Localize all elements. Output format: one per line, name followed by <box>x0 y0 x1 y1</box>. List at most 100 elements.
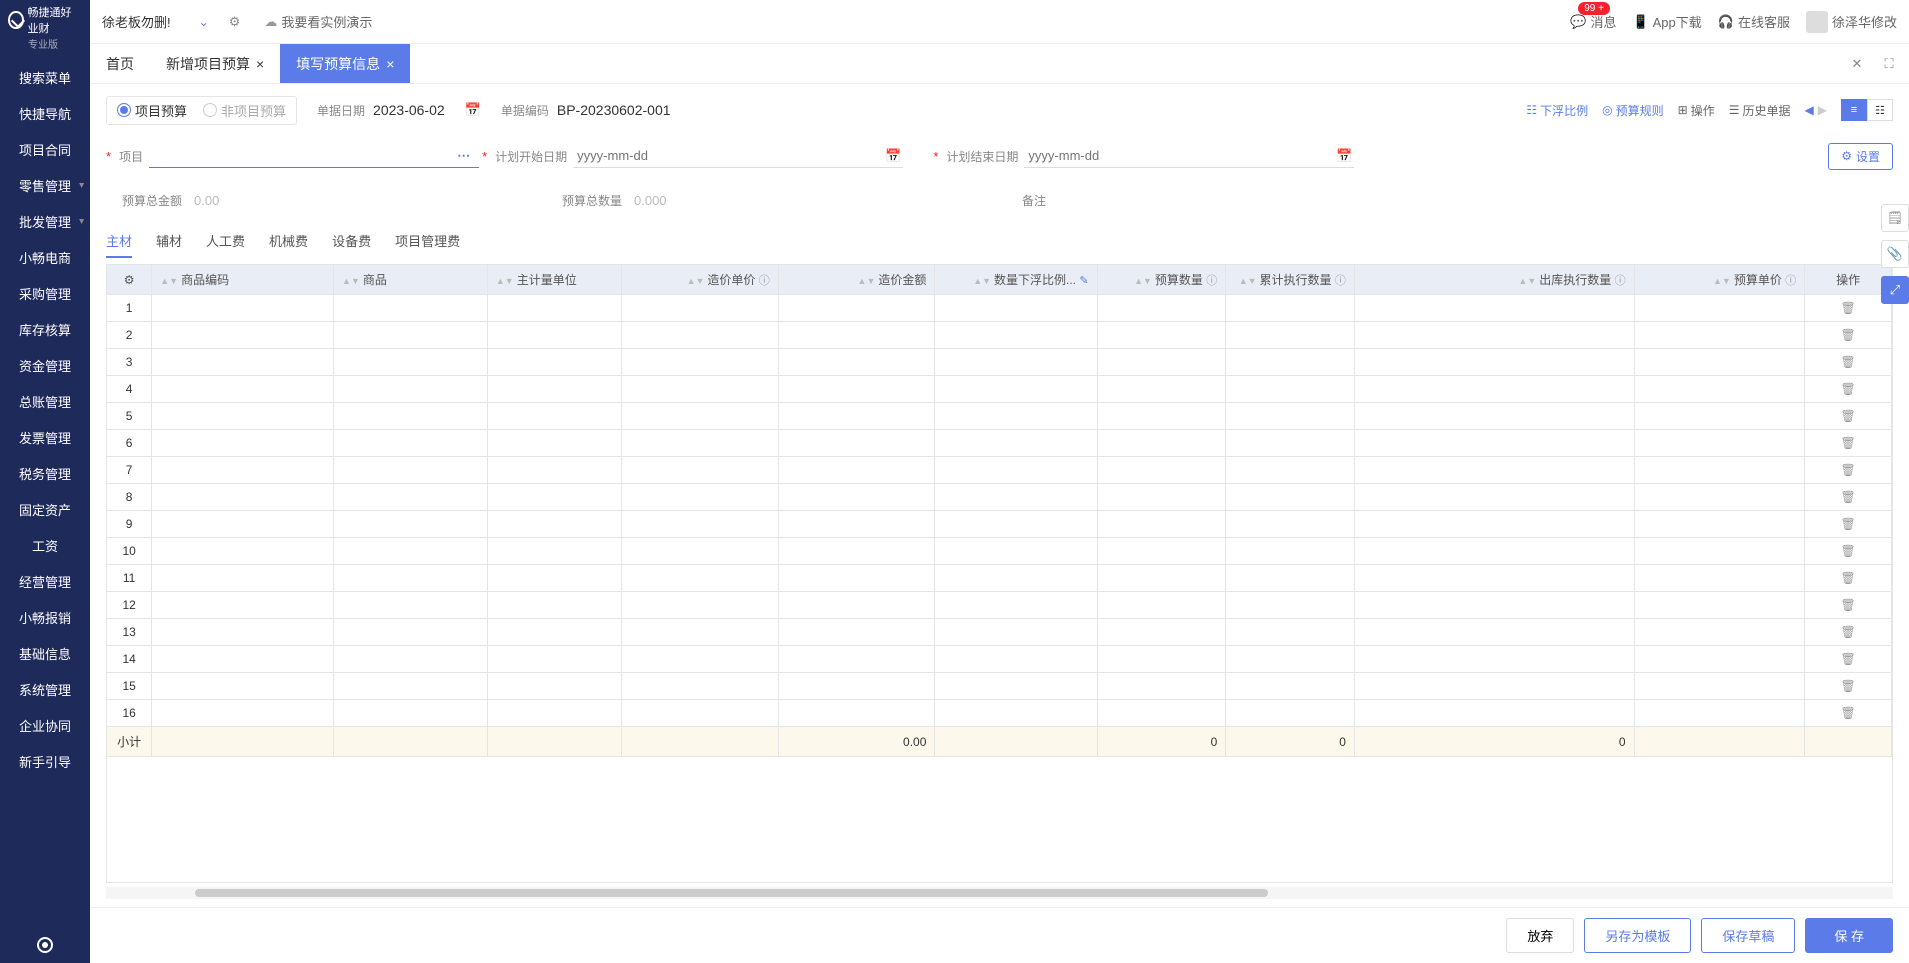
cell-amount[interactable] <box>778 403 935 430</box>
cell-ratio[interactable] <box>935 457 1097 484</box>
cell-cumqty[interactable] <box>1226 349 1355 376</box>
cell-outqty[interactable] <box>1354 457 1634 484</box>
cell-name[interactable] <box>334 592 488 619</box>
cell-budprice[interactable] <box>1634 646 1805 673</box>
remark-input[interactable] <box>1058 188 1218 212</box>
sidebar-item[interactable]: 采购管理 <box>0 275 90 311</box>
workspace-selector[interactable]: 徐老板勿删! <box>102 12 171 31</box>
cell-qty[interactable] <box>1097 673 1226 700</box>
cell-price[interactable] <box>622 619 779 646</box>
cell-qty[interactable] <box>1097 322 1226 349</box>
cell-name[interactable] <box>334 349 488 376</box>
sidebar-item[interactable]: 项目合同 <box>0 131 90 167</box>
save-template-button[interactable]: 另存为模板 <box>1584 918 1691 953</box>
sidebar-item[interactable]: 资金管理 <box>0 347 90 383</box>
help-icon[interactable]: ⓘ <box>759 275 770 287</box>
cell-qty[interactable] <box>1097 484 1226 511</box>
cell-name[interactable] <box>334 673 488 700</box>
cell-amount[interactable] <box>778 565 935 592</box>
cell-outqty[interactable] <box>1354 376 1634 403</box>
tab-close-icon[interactable]: × <box>386 57 394 71</box>
sidebar-item[interactable]: 系统管理 <box>0 671 90 707</box>
cell-code[interactable] <box>152 646 334 673</box>
sidebar-item[interactable]: 库存核算 <box>0 311 90 347</box>
delete-row-icon[interactable]: 🗑 <box>1840 328 1855 342</box>
cell-price[interactable] <box>622 511 779 538</box>
cell-amount[interactable] <box>778 700 935 727</box>
sidebar-item[interactable]: 发票管理 <box>0 419 90 455</box>
cell-code[interactable] <box>152 565 334 592</box>
table-row[interactable]: 10 🗑 <box>107 538 1892 565</box>
sidebar-item[interactable]: 零售管理 <box>0 167 90 203</box>
workspace-settings-icon[interactable]: ⚙ <box>229 14 241 30</box>
sub-tab[interactable]: 机械费 <box>269 231 308 258</box>
table-row[interactable]: 3 🗑 <box>107 349 1892 376</box>
cell-ratio[interactable] <box>935 700 1097 727</box>
cell-unit[interactable] <box>487 322 621 349</box>
cell-name[interactable] <box>334 376 488 403</box>
cell-ratio[interactable] <box>935 484 1097 511</box>
scrollbar-thumb[interactable] <box>195 889 1267 897</box>
delete-row-icon[interactable]: 🗑 <box>1840 706 1855 720</box>
cell-price[interactable] <box>622 538 779 565</box>
cell-amount[interactable] <box>778 619 935 646</box>
col-price-header[interactable]: ▲▼造价单价 ⓘ <box>622 265 779 295</box>
cell-price[interactable] <box>622 403 779 430</box>
delete-row-icon[interactable]: 🗑 <box>1840 544 1855 558</box>
help-icon[interactable]: ⓘ <box>1206 275 1217 287</box>
cell-code[interactable] <box>152 430 334 457</box>
sub-tab[interactable]: 设备费 <box>332 231 371 258</box>
cell-qty[interactable] <box>1097 457 1226 484</box>
cell-budprice[interactable] <box>1634 322 1805 349</box>
cell-budprice[interactable] <box>1634 565 1805 592</box>
cell-ratio[interactable] <box>935 592 1097 619</box>
cell-budprice[interactable] <box>1634 349 1805 376</box>
cell-cumqty[interactable] <box>1226 592 1355 619</box>
cell-outqty[interactable] <box>1354 565 1634 592</box>
project-input[interactable] <box>149 144 479 168</box>
float-expand-icon[interactable]: ⤢ <box>1881 276 1909 304</box>
col-ratio-header[interactable]: ▲▼数量下浮比例... ✎ <box>935 265 1097 295</box>
cell-amount[interactable] <box>778 349 935 376</box>
cell-unit[interactable] <box>487 565 621 592</box>
cell-cumqty[interactable] <box>1226 376 1355 403</box>
save-draft-button[interactable]: 保存草稿 <box>1701 918 1795 953</box>
cell-code[interactable] <box>152 322 334 349</box>
cell-ratio[interactable] <box>935 538 1097 565</box>
col-unit-header[interactable]: ▲▼主计量单位 <box>487 265 621 295</box>
cell-price[interactable] <box>622 646 779 673</box>
cell-amount[interactable] <box>778 673 935 700</box>
start-date-input[interactable] <box>573 144 903 168</box>
cell-code[interactable] <box>152 457 334 484</box>
cell-budprice[interactable] <box>1634 457 1805 484</box>
table-config-header[interactable]: ⚙ <box>107 265 152 295</box>
tab-home[interactable]: 首页 <box>90 44 150 83</box>
calendar-icon[interactable]: 📅 <box>885 148 901 164</box>
sidebar-item[interactable]: 小畅报销 <box>0 599 90 635</box>
sub-tab[interactable]: 主材 <box>106 231 132 258</box>
operate-link[interactable]: ⊞ 操作 <box>1678 102 1715 119</box>
cell-name[interactable] <box>334 646 488 673</box>
sidebar-settings[interactable] <box>0 927 90 963</box>
cell-name[interactable] <box>334 430 488 457</box>
sidebar-item[interactable]: 小畅电商 <box>0 239 90 275</box>
cell-amount[interactable] <box>778 295 935 322</box>
cell-ratio[interactable] <box>935 646 1097 673</box>
sub-tab[interactable]: 项目管理费 <box>395 231 460 258</box>
cell-price[interactable] <box>622 295 779 322</box>
cell-price[interactable] <box>622 484 779 511</box>
cell-cumqty[interactable] <box>1226 511 1355 538</box>
cell-unit[interactable] <box>487 619 621 646</box>
table-row[interactable]: 9 🗑 <box>107 511 1892 538</box>
edit-icon[interactable]: ✎ <box>1079 275 1088 287</box>
col-code-header[interactable]: ▲▼商品编码 <box>152 265 334 295</box>
cell-unit[interactable] <box>487 457 621 484</box>
cell-code[interactable] <box>152 295 334 322</box>
cell-unit[interactable] <box>487 646 621 673</box>
cell-amount[interactable] <box>778 592 935 619</box>
cell-unit[interactable] <box>487 673 621 700</box>
float-ratio-link[interactable]: ☷ 下浮比例 <box>1526 102 1588 119</box>
sidebar-item[interactable]: 快捷导航 <box>0 95 90 131</box>
cell-amount[interactable] <box>778 646 935 673</box>
cell-unit[interactable] <box>487 511 621 538</box>
